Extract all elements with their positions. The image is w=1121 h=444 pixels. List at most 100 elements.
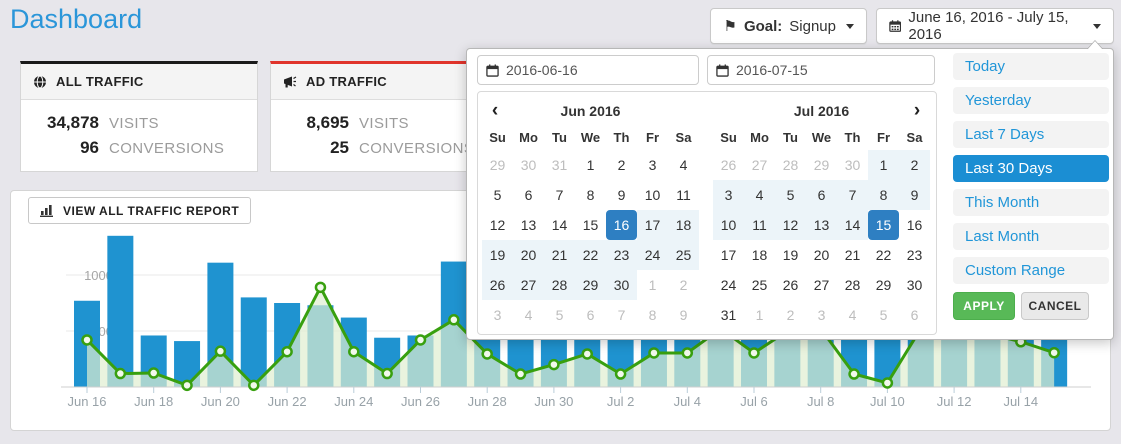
preset-this-month[interactable]: This Month: [953, 189, 1109, 216]
day-cell-2[interactable]: 2: [899, 150, 930, 180]
day-cell-26[interactable]: 26: [713, 150, 744, 180]
day-cell-6[interactable]: 6: [513, 180, 544, 210]
day-cell-5[interactable]: 5: [868, 300, 899, 330]
day-cell-1[interactable]: 1: [575, 150, 606, 180]
day-cell-3[interactable]: 3: [713, 180, 744, 210]
preset-custom-range[interactable]: Custom Range: [953, 257, 1109, 284]
day-cell-14[interactable]: 14: [544, 210, 575, 240]
view-all-traffic-report-button[interactable]: VIEW ALL TRAFFIC REPORT: [28, 197, 251, 224]
day-cell-18[interactable]: 18: [668, 210, 699, 240]
day-cell-4[interactable]: 4: [837, 300, 868, 330]
day-cell-2[interactable]: 2: [668, 270, 699, 300]
day-cell-24[interactable]: 24: [637, 240, 668, 270]
day-cell-4[interactable]: 4: [668, 150, 699, 180]
day-cell-13[interactable]: 13: [806, 210, 837, 240]
day-cell-3[interactable]: 3: [482, 300, 513, 330]
day-cell-4[interactable]: 4: [513, 300, 544, 330]
day-cell-22[interactable]: 22: [868, 240, 899, 270]
prev-month-chevron[interactable]: ‹: [482, 98, 508, 124]
day-cell-7[interactable]: 7: [606, 300, 637, 330]
day-cell-11[interactable]: 11: [744, 210, 775, 240]
day-cell-12[interactable]: 12: [775, 210, 806, 240]
preset-last-month[interactable]: Last Month: [953, 223, 1109, 250]
day-cell-9[interactable]: 9: [606, 180, 637, 210]
day-cell-1[interactable]: 1: [868, 150, 899, 180]
day-cell-27[interactable]: 27: [806, 270, 837, 300]
day-cell-7[interactable]: 7: [544, 180, 575, 210]
day-cell-24[interactable]: 24: [713, 270, 744, 300]
day-cell-27[interactable]: 27: [513, 270, 544, 300]
day-cell-2[interactable]: 2: [775, 300, 806, 330]
day-cell-20[interactable]: 20: [806, 240, 837, 270]
day-cell-13[interactable]: 13: [513, 210, 544, 240]
day-cell-18[interactable]: 18: [744, 240, 775, 270]
day-cell-23[interactable]: 23: [899, 240, 930, 270]
day-cell-1[interactable]: 1: [744, 300, 775, 330]
day-cell-21[interactable]: 21: [837, 240, 868, 270]
day-cell-30[interactable]: 30: [513, 150, 544, 180]
day-cell-15[interactable]: 15: [868, 210, 899, 240]
day-cell-6[interactable]: 6: [575, 300, 606, 330]
day-cell-31[interactable]: 31: [544, 150, 575, 180]
day-cell-3[interactable]: 3: [806, 300, 837, 330]
day-cell-5[interactable]: 5: [775, 180, 806, 210]
day-cell-30[interactable]: 30: [837, 150, 868, 180]
day-cell-29[interactable]: 29: [806, 150, 837, 180]
goal-dropdown-button[interactable]: ⚑ Goal: Signup: [710, 8, 867, 44]
preset-today[interactable]: Today: [953, 53, 1109, 80]
day-cell-27[interactable]: 27: [744, 150, 775, 180]
day-cell-22[interactable]: 22: [575, 240, 606, 270]
daterange-dropdown-button[interactable]: June 16, 2016 - July 15, 2016: [876, 8, 1114, 44]
day-cell-21[interactable]: 21: [544, 240, 575, 270]
day-cell-26[interactable]: 26: [775, 270, 806, 300]
day-cell-19[interactable]: 19: [482, 240, 513, 270]
day-cell-4[interactable]: 4: [744, 180, 775, 210]
day-cell-9[interactable]: 9: [899, 180, 930, 210]
end-date-input[interactable]: [736, 62, 886, 78]
day-cell-12[interactable]: 12: [482, 210, 513, 240]
day-cell-14[interactable]: 14: [837, 210, 868, 240]
day-cell-6[interactable]: 6: [899, 300, 930, 330]
day-cell-15[interactable]: 15: [575, 210, 606, 240]
preset-last-7-days[interactable]: Last 7 Days: [953, 121, 1109, 148]
day-cell-3[interactable]: 3: [637, 150, 668, 180]
day-cell-2[interactable]: 2: [606, 150, 637, 180]
day-cell-10[interactable]: 10: [713, 210, 744, 240]
day-cell-28[interactable]: 28: [775, 150, 806, 180]
day-cell-8[interactable]: 8: [575, 180, 606, 210]
day-cell-31[interactable]: 31: [713, 300, 744, 330]
day-cell-8[interactable]: 8: [637, 300, 668, 330]
day-cell-29[interactable]: 29: [575, 270, 606, 300]
day-cell-20[interactable]: 20: [513, 240, 544, 270]
preset-last-30-days[interactable]: Last 30 Days: [953, 155, 1109, 182]
preset-yesterday[interactable]: Yesterday: [953, 87, 1109, 114]
next-month-chevron[interactable]: ›: [904, 98, 930, 124]
day-cell-23[interactable]: 23: [606, 240, 637, 270]
day-cell-8[interactable]: 8: [868, 180, 899, 210]
day-cell-25[interactable]: 25: [744, 270, 775, 300]
cancel-button[interactable]: CANCEL: [1021, 292, 1089, 320]
day-cell-19[interactable]: 19: [775, 240, 806, 270]
day-cell-5[interactable]: 5: [482, 180, 513, 210]
day-cell-5[interactable]: 5: [544, 300, 575, 330]
apply-button[interactable]: APPLY: [953, 292, 1015, 320]
day-cell-29[interactable]: 29: [868, 270, 899, 300]
day-cell-17[interactable]: 17: [713, 240, 744, 270]
day-cell-30[interactable]: 30: [606, 270, 637, 300]
day-cell-11[interactable]: 11: [668, 180, 699, 210]
day-cell-17[interactable]: 17: [637, 210, 668, 240]
day-cell-28[interactable]: 28: [837, 270, 868, 300]
day-cell-16[interactable]: 16: [899, 210, 930, 240]
day-cell-26[interactable]: 26: [482, 270, 513, 300]
day-cell-1[interactable]: 1: [637, 270, 668, 300]
day-cell-16[interactable]: 16: [606, 210, 637, 240]
start-date-input[interactable]: [506, 62, 656, 78]
day-cell-10[interactable]: 10: [637, 180, 668, 210]
day-cell-29[interactable]: 29: [482, 150, 513, 180]
day-cell-30[interactable]: 30: [899, 270, 930, 300]
day-cell-25[interactable]: 25: [668, 240, 699, 270]
day-cell-9[interactable]: 9: [668, 300, 699, 330]
day-cell-6[interactable]: 6: [806, 180, 837, 210]
day-cell-7[interactable]: 7: [837, 180, 868, 210]
day-cell-28[interactable]: 28: [544, 270, 575, 300]
